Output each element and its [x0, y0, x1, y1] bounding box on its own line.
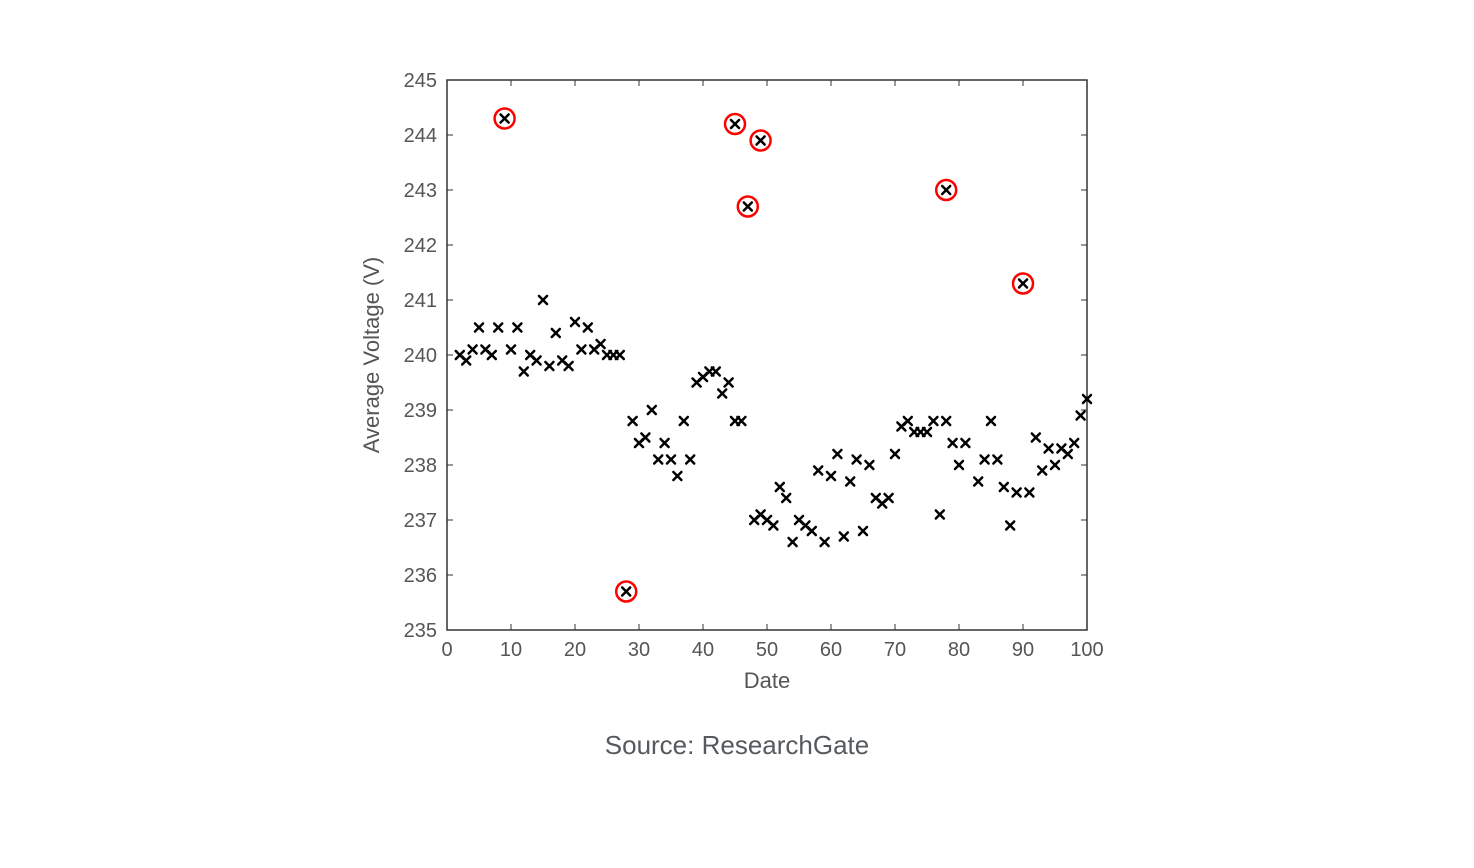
svg-text:50: 50: [756, 639, 778, 661]
svg-text:239: 239: [404, 400, 437, 422]
svg-text:80: 80: [948, 639, 970, 661]
svg-text:241: 241: [404, 290, 437, 312]
svg-text:70: 70: [884, 639, 906, 661]
svg-text:0: 0: [441, 639, 452, 661]
svg-text:242: 242: [404, 235, 437, 257]
svg-text:10: 10: [500, 639, 522, 661]
voltage-scatter-chart: 0 10 20 30 40 50 60 70 80 90 100 235 236 237 238 239 240…: [357, 60, 1117, 700]
svg-text:Date: Date: [744, 668, 790, 693]
chart-caption: Source: ResearchGate: [605, 730, 869, 761]
chart-container: 0 10 20 30 40 50 60 70 80 90 100 235 236 237 238 239 240…: [357, 60, 1117, 700]
svg-text:100: 100: [1070, 639, 1103, 661]
svg-text:235: 235: [404, 620, 437, 642]
svg-text:244: 244: [404, 125, 437, 147]
svg-text:Average Voltage (V): Average Voltage (V): [359, 257, 384, 454]
svg-text:243: 243: [404, 180, 437, 202]
svg-text:238: 238: [404, 455, 437, 477]
svg-text:245: 245: [404, 70, 437, 92]
svg-text:90: 90: [1012, 639, 1034, 661]
svg-text:40: 40: [692, 639, 714, 661]
svg-text:240: 240: [404, 345, 437, 367]
svg-text:236: 236: [404, 565, 437, 587]
svg-text:30: 30: [628, 639, 650, 661]
svg-text:237: 237: [404, 510, 437, 532]
page-root: 0 10 20 30 40 50 60 70 80 90 100 235 236 237 238 239 240…: [0, 0, 1474, 868]
svg-text:60: 60: [820, 639, 842, 661]
svg-text:20: 20: [564, 639, 586, 661]
